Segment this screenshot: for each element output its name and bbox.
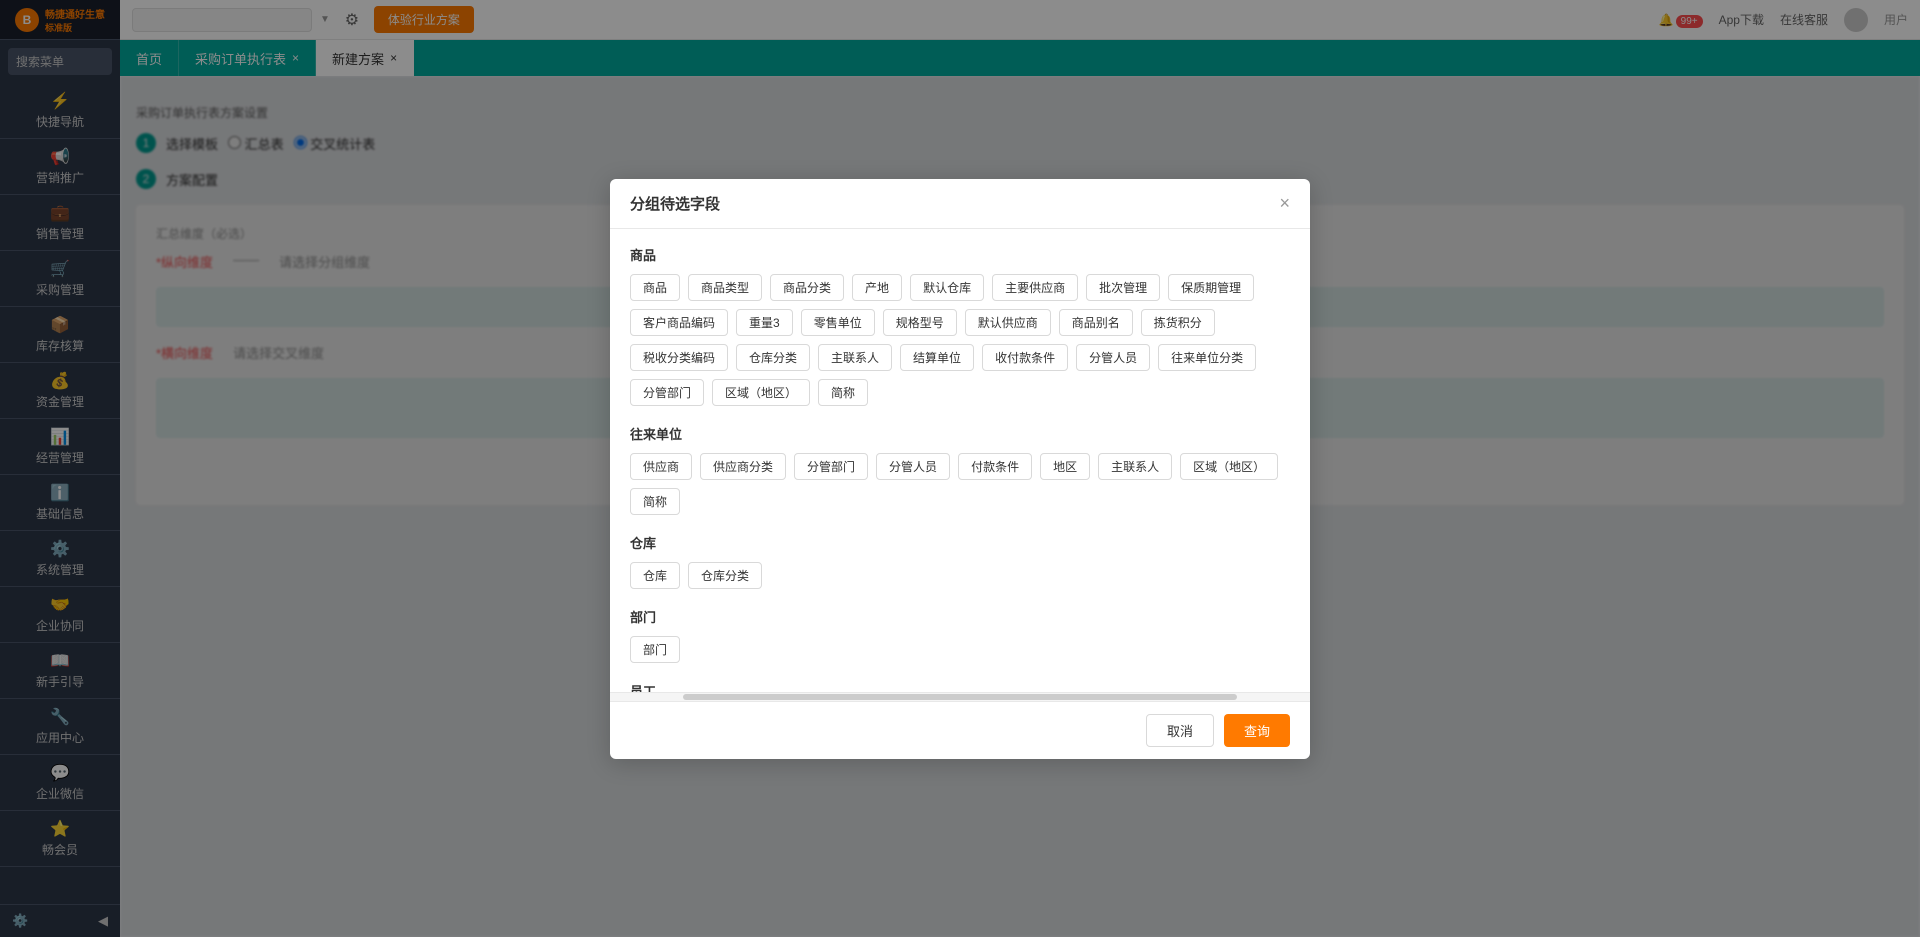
tag-默认供应商[interactable]: 默认供应商: [965, 309, 1051, 336]
tag-仓库分类[interactable]: 仓库分类: [736, 344, 810, 371]
tag-group-商品: 商品商品类型商品分类产地默认仓库主要供应商批次管理保质期管理客户商品编码重量3 零…: [630, 274, 1290, 406]
confirm-button[interactable]: 查询: [1224, 714, 1290, 747]
tag-group-部门: 部门: [630, 636, 1290, 663]
tag-保质期管理[interactable]: 保质期管理: [1168, 274, 1254, 301]
section-往来单位: 往来单位供应商供应商分类分管部门分管人员付款条件地区主联系人区域（地区） 简称: [630, 424, 1290, 515]
section-title-部门: 部门: [630, 607, 1290, 626]
tag-区域（地区）[interactable]: 区域（地区）: [712, 379, 810, 406]
section-title-仓库: 仓库: [630, 533, 1290, 552]
section-商品: 商品商品商品类型商品分类产地默认仓库主要供应商批次管理保质期管理客户商品编码重量…: [630, 245, 1290, 406]
tag-仓库分类[interactable]: 仓库分类: [688, 562, 762, 589]
tag-分管人员[interactable]: 分管人员: [876, 453, 950, 480]
tag-商品分类[interactable]: 商品分类: [770, 274, 844, 301]
tag-拣货积分[interactable]: 拣货积分: [1141, 309, 1215, 336]
tag-分管部门[interactable]: 分管部门: [630, 379, 704, 406]
section-title-商品: 商品: [630, 245, 1290, 264]
tag-简称[interactable]: 简称: [818, 379, 868, 406]
section-仓库: 仓库仓库仓库分类: [630, 533, 1290, 589]
modal-header: 分组待选字段 ×: [610, 179, 1310, 229]
modal-footer: 取消 查询: [610, 701, 1310, 759]
section-员工: 员工业务员: [630, 681, 1290, 692]
tag-地区[interactable]: 地区: [1040, 453, 1090, 480]
cancel-button[interactable]: 取消: [1146, 714, 1214, 747]
tag-重量3[interactable]: 重量3: [736, 309, 793, 336]
tag-产地[interactable]: 产地: [852, 274, 902, 301]
tag-group-仓库: 仓库仓库分类: [630, 562, 1290, 589]
tag-商品别名[interactable]: 商品别名: [1059, 309, 1133, 336]
tag-税收分类编码[interactable]: 税收分类编码: [630, 344, 728, 371]
tag-付款条件[interactable]: 付款条件: [958, 453, 1032, 480]
section-部门: 部门部门: [630, 607, 1290, 663]
modal-overlay: 分组待选字段 × 商品商品商品类型商品分类产地默认仓库主要供应商批次管理保质期管…: [0, 0, 1920, 937]
modal-close-btn[interactable]: ×: [1279, 193, 1290, 214]
tag-仓库[interactable]: 仓库: [630, 562, 680, 589]
tag-零售单位[interactable]: 零售单位: [801, 309, 875, 336]
section-title-员工: 员工: [630, 681, 1290, 692]
tag-商品[interactable]: 商品: [630, 274, 680, 301]
tag-分管部门[interactable]: 分管部门: [794, 453, 868, 480]
tag-供应商分类[interactable]: 供应商分类: [700, 453, 786, 480]
tag-往来单位分类[interactable]: 往来单位分类: [1158, 344, 1256, 371]
tag-客户商品编码[interactable]: 客户商品编码: [630, 309, 728, 336]
tag-供应商[interactable]: 供应商: [630, 453, 692, 480]
tag-主联系人[interactable]: 主联系人: [1098, 453, 1172, 480]
tag-收付款条件[interactable]: 收付款条件: [982, 344, 1068, 371]
tag-部门[interactable]: 部门: [630, 636, 680, 663]
tag-结算单位[interactable]: 结算单位: [900, 344, 974, 371]
modal-title: 分组待选字段: [630, 193, 720, 214]
field-select-modal: 分组待选字段 × 商品商品商品类型商品分类产地默认仓库主要供应商批次管理保质期管…: [610, 179, 1310, 759]
tag-默认仓库[interactable]: 默认仓库: [910, 274, 984, 301]
modal-body[interactable]: 商品商品商品类型商品分类产地默认仓库主要供应商批次管理保质期管理客户商品编码重量…: [610, 229, 1310, 692]
tag-批次管理[interactable]: 批次管理: [1086, 274, 1160, 301]
tag-商品类型[interactable]: 商品类型: [688, 274, 762, 301]
section-title-往来单位: 往来单位: [630, 424, 1290, 443]
tag-主要供应商[interactable]: 主要供应商: [992, 274, 1078, 301]
tag-主联系人[interactable]: 主联系人: [818, 344, 892, 371]
tag-简称[interactable]: 简称: [630, 488, 680, 515]
tag-规格型号[interactable]: 规格型号: [883, 309, 957, 336]
tag-分管人员[interactable]: 分管人员: [1076, 344, 1150, 371]
tag-group-往来单位: 供应商供应商分类分管部门分管人员付款条件地区主联系人区域（地区） 简称: [630, 453, 1290, 515]
modal-horizontal-scrollbar[interactable]: [610, 692, 1310, 701]
tag-区域（地区）[interactable]: 区域（地区）: [1180, 453, 1278, 480]
